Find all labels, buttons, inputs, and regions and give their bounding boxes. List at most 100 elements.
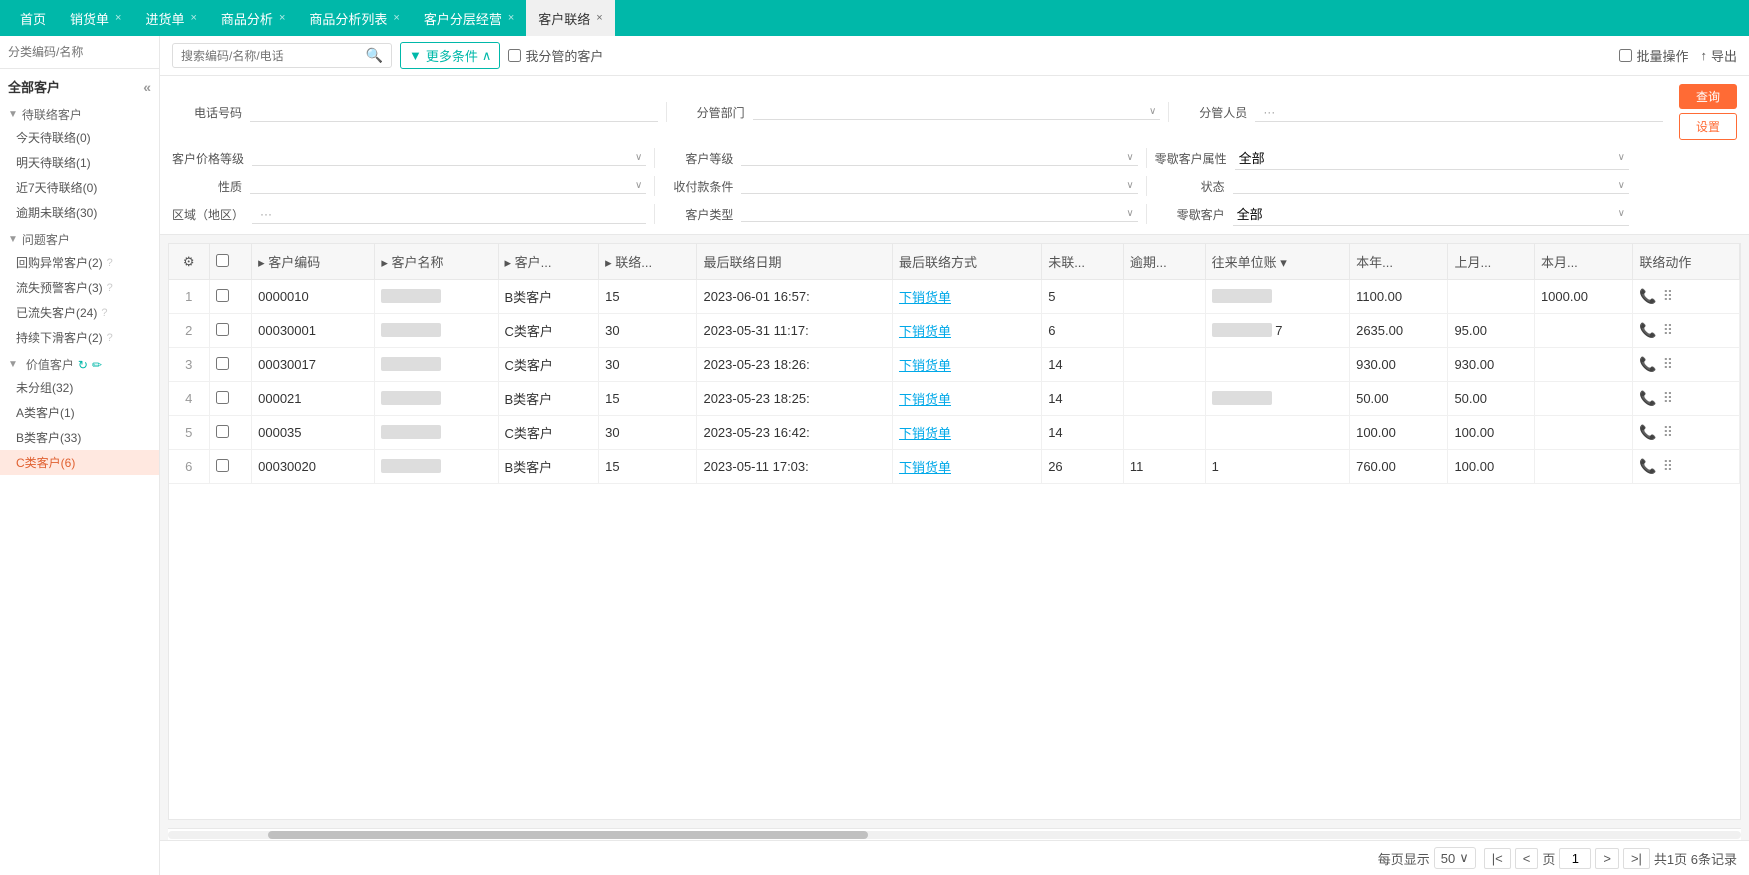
ellipsis-icon[interactable]: ··· xyxy=(256,207,276,221)
phone-icon[interactable]: 📞 xyxy=(1639,356,1656,373)
overdue-days xyxy=(1123,416,1205,450)
more-action-icon[interactable]: ⠿ xyxy=(1663,390,1673,407)
table-col-this-year[interactable]: 本年... xyxy=(1350,244,1448,280)
phone-icon[interactable]: 📞 xyxy=(1639,322,1656,339)
table-col-overdue[interactable]: 逾期... xyxy=(1123,244,1205,280)
last-month-amount xyxy=(1448,280,1535,314)
filter-nature-select[interactable]: ∨ xyxy=(250,178,646,194)
my-customers-checkbox[interactable]: 我分管的客户 xyxy=(508,46,603,65)
sidebar-item-declining[interactable]: 持续下滑客户(2) ? xyxy=(0,325,159,350)
sidebar-item-7days-pending[interactable]: 近7天待联络(0) xyxy=(0,175,159,200)
nav-goods-analysis-list[interactable]: 商品分析列表 × xyxy=(297,0,411,36)
row-checkbox[interactable] xyxy=(209,280,252,314)
filter-retail-attr-select[interactable]: 全部 ∨ xyxy=(1235,146,1629,170)
table-col-not-contacted[interactable]: 未联... xyxy=(1042,244,1124,280)
table-col-this-month[interactable]: 本月... xyxy=(1534,244,1632,280)
nav-goods-analysis[interactable]: 商品分析 × xyxy=(209,0,297,36)
sidebar-search-input[interactable] xyxy=(8,45,160,59)
nav-customer-segment[interactable]: 客户分层经营 × xyxy=(412,0,526,36)
table-col-last-way[interactable]: 最后联络方式 xyxy=(892,244,1041,280)
filter-phone-input[interactable] xyxy=(250,103,658,122)
sidebar-all-customers[interactable]: 全部客户 « xyxy=(0,69,159,100)
filter-manager-input[interactable]: ··· xyxy=(1255,103,1663,122)
last-contact-way: 下销货单 xyxy=(892,416,1041,450)
more-action-icon[interactable]: ⠿ xyxy=(1663,458,1673,475)
filter-retail-customer-select[interactable]: 全部 ∨ xyxy=(1233,202,1629,226)
row-checkbox[interactable] xyxy=(209,382,252,416)
close-icon[interactable]: × xyxy=(279,12,285,24)
filter-panel: 电话号码 分管部门 ∨ 分管人员 ··· xyxy=(160,76,1749,235)
first-page-button[interactable]: |< xyxy=(1484,848,1511,869)
table-col-last-date[interactable]: 最后联络日期 xyxy=(697,244,893,280)
sidebar-item-ungrouped[interactable]: 未分组(32) xyxy=(0,375,159,400)
contact-days: 15 xyxy=(599,280,697,314)
chevron-down-icon: ∨ xyxy=(1459,850,1469,866)
more-conditions-button[interactable]: ▼ 更多条件 ∧ xyxy=(400,42,500,69)
sidebar-item-b-customers[interactable]: B类客户(33) xyxy=(0,425,159,450)
last-page-button[interactable]: >| xyxy=(1623,848,1650,869)
table-col-contact[interactable]: ▸ 联络... xyxy=(599,244,697,280)
query-button[interactable]: 查询 xyxy=(1679,84,1737,109)
sidebar-item-c-customers[interactable]: C类客户(6) xyxy=(0,450,159,475)
sidebar-item-tomorrow-pending[interactable]: 明天待联络(1) xyxy=(0,150,159,175)
batch-operation-button[interactable]: 批量操作 xyxy=(1619,46,1688,65)
row-checkbox[interactable] xyxy=(209,348,252,382)
filter-payment-select[interactable]: ∨ xyxy=(741,178,1137,194)
customer-code: 00030001 xyxy=(252,314,375,348)
phone-icon[interactable]: 📞 xyxy=(1639,390,1656,407)
table-settings-header[interactable]: ⚙ xyxy=(169,244,209,280)
sidebar-item-today-pending[interactable]: 今天待联络(0) xyxy=(0,125,159,150)
filter-status-select[interactable]: ∨ xyxy=(1233,178,1629,194)
close-icon[interactable]: × xyxy=(393,12,399,24)
search-icon[interactable]: 🔍 xyxy=(366,47,383,64)
more-action-icon[interactable]: ⠿ xyxy=(1663,288,1673,305)
nav-customer-contact[interactable]: 客户联络 × xyxy=(526,0,614,36)
table-col-name[interactable]: ▸ 客户名称 xyxy=(375,244,498,280)
table-col-unit-history[interactable]: 往来单位账 ▾ xyxy=(1205,244,1350,280)
ellipsis-icon[interactable]: ··· xyxy=(1259,105,1279,119)
table-col-type[interactable]: ▸ 客户... xyxy=(498,244,599,280)
close-icon[interactable]: × xyxy=(508,12,514,24)
table-row: 2 00030001 C类客户 30 2023-05-31 11:17: 下销货… xyxy=(169,314,1740,348)
sidebar-item-a-customers[interactable]: A类客户(1) xyxy=(0,400,159,425)
page-number-input[interactable] xyxy=(1559,848,1591,869)
sidebar-item-overdue-pending[interactable]: 逾期未联络(30) xyxy=(0,200,159,225)
filter-cust-type-select[interactable]: ∨ xyxy=(741,206,1137,222)
edit-icon[interactable]: ✏ xyxy=(92,358,102,372)
prev-page-button[interactable]: < xyxy=(1515,848,1539,869)
more-action-icon[interactable]: ⠿ xyxy=(1663,424,1673,441)
nav-sales[interactable]: 销货单 × xyxy=(58,0,133,36)
table-checkbox-header[interactable] xyxy=(209,244,252,280)
filter-dept-select[interactable]: ∨ xyxy=(753,104,1161,120)
phone-icon[interactable]: 📞 xyxy=(1639,424,1656,441)
set-button[interactable]: 设置 xyxy=(1679,113,1737,140)
nav-home[interactable]: 首页 xyxy=(8,0,58,36)
sidebar-item-abnormal-repurchase[interactable]: 回购异常客户(2) ? xyxy=(0,250,159,275)
row-checkbox[interactable] xyxy=(209,314,252,348)
more-action-icon[interactable]: ⠿ xyxy=(1663,356,1673,373)
filter-region-input[interactable]: ··· xyxy=(252,205,646,224)
data-table-container: ⚙ ▸ 客户编码 ▸ 客户名称 ▸ 客户... ▸ 联络... 最后联络日期 最… xyxy=(168,243,1741,820)
table-col-code[interactable]: ▸ 客户编码 xyxy=(252,244,375,280)
close-icon[interactable]: × xyxy=(190,12,196,24)
nav-purchase[interactable]: 进货单 × xyxy=(133,0,208,36)
filter-customer-level-select[interactable]: ∨ xyxy=(741,150,1137,166)
sidebar-item-churned[interactable]: 已流失客户(24) ? xyxy=(0,300,159,325)
search-input[interactable] xyxy=(181,49,366,63)
phone-icon[interactable]: 📞 xyxy=(1639,458,1656,475)
refresh-icon[interactable]: ↻ xyxy=(78,358,88,372)
close-icon[interactable]: × xyxy=(596,12,602,24)
export-button[interactable]: ↑ 导出 xyxy=(1700,46,1737,65)
row-checkbox[interactable] xyxy=(209,450,252,484)
unit-history: 7 xyxy=(1205,314,1350,348)
phone-icon[interactable]: 📞 xyxy=(1639,288,1656,305)
sidebar-item-churn-warning[interactable]: 流失预警客户(3) ? xyxy=(0,275,159,300)
page-size-dropdown[interactable]: 50 ∨ xyxy=(1434,847,1476,869)
row-checkbox[interactable] xyxy=(209,416,252,450)
close-icon[interactable]: × xyxy=(115,12,121,24)
horizontal-scrollbar[interactable] xyxy=(168,828,1741,840)
more-action-icon[interactable]: ⠿ xyxy=(1663,322,1673,339)
next-page-button[interactable]: > xyxy=(1595,848,1619,869)
filter-price-level-select[interactable]: ∨ xyxy=(252,150,646,166)
table-col-last-month[interactable]: 上月... xyxy=(1448,244,1535,280)
